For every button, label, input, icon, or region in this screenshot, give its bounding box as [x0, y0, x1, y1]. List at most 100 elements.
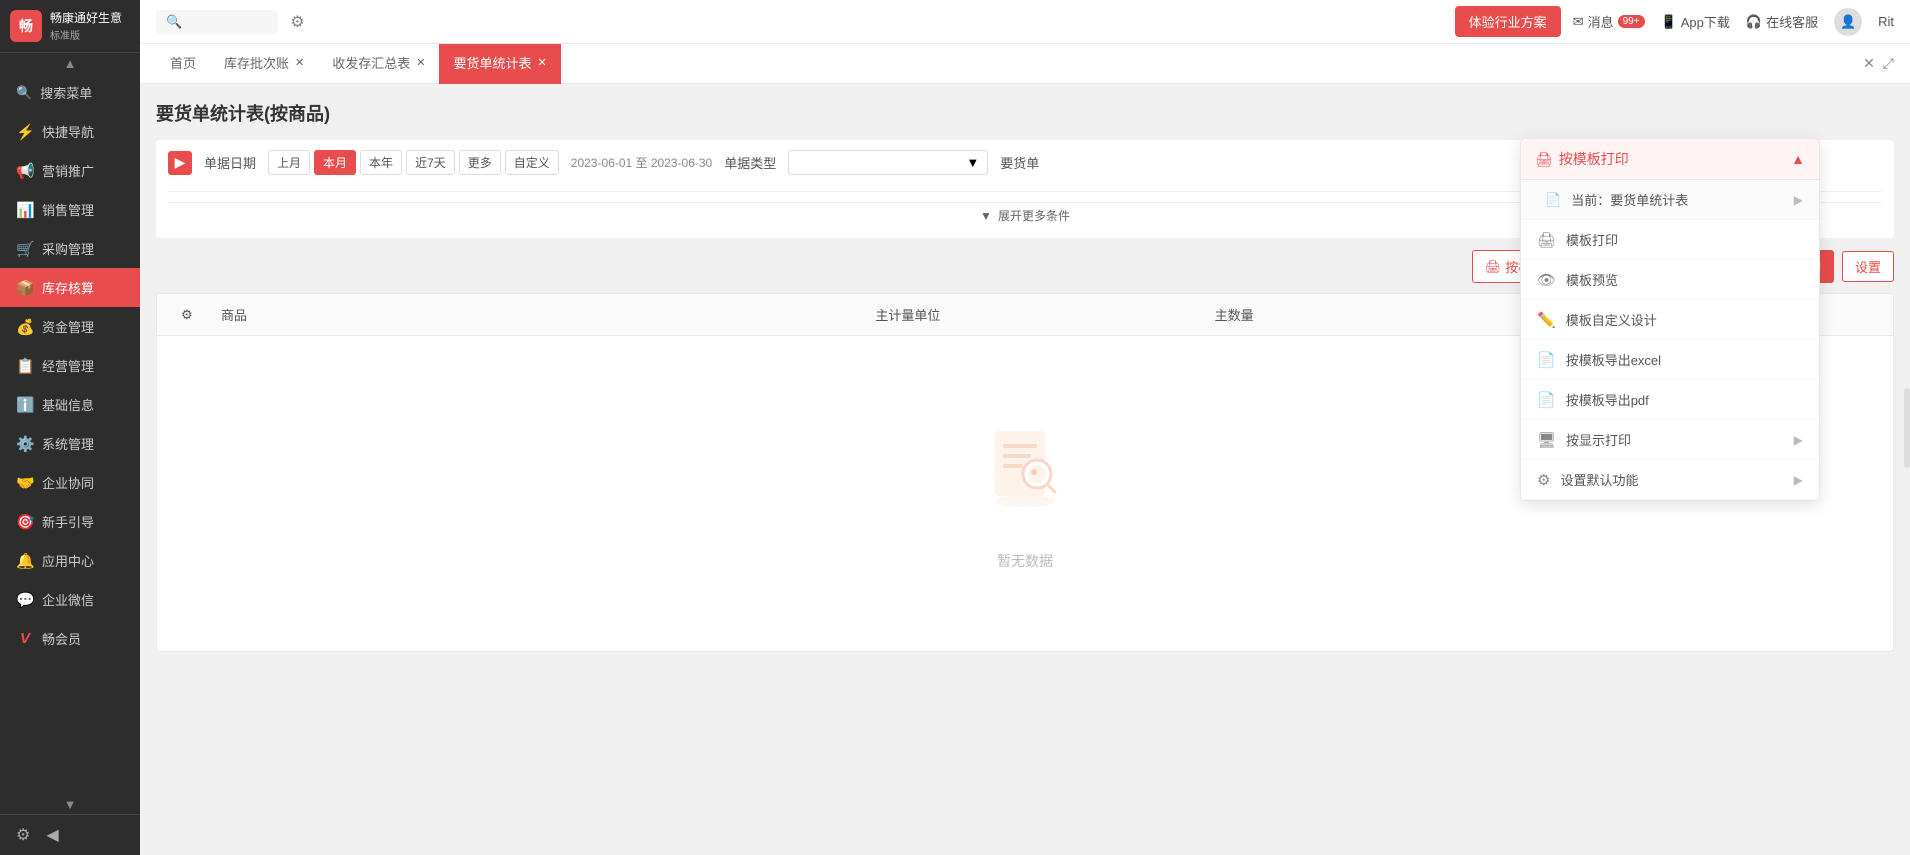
template-design-left: ✏️ 模板自定义设计 [1537, 310, 1657, 329]
sidebar-item-guide[interactable]: 🎯 新手引导 [0, 502, 140, 541]
tab-receipt-summary[interactable]: 收发存汇总表 ✕ [318, 44, 439, 84]
sidebar-item-finance[interactable]: 💰 资金管理 [0, 307, 140, 346]
template-export-pdf-item[interactable]: 📄 按模板导出pdf [1521, 380, 1819, 420]
print-dropdown-title-text: 按模板打印 [1559, 149, 1629, 169]
template-export-excel-item[interactable]: 📄 按模板导出excel [1521, 340, 1819, 380]
type-select[interactable]: ▼ [788, 150, 988, 175]
more-date-button[interactable]: 更多 [459, 150, 501, 175]
template-preview-item[interactable]: 👁 模板预览 [1521, 260, 1819, 300]
system-icon: ⚙️ [16, 435, 34, 453]
set-default-item[interactable]: ⚙ 设置默认功能 ▶ [1521, 460, 1819, 500]
sidebar-item-operation[interactable]: 📋 经营管理 [0, 346, 140, 385]
tab-order-summary-label: 要货单统计表 [453, 53, 531, 72]
filter-collapse-button[interactable]: ▶ [168, 151, 192, 175]
sidebar-nav: ⚡ 快捷导航 📢 营销推广 📊 销售管理 🛒 采购管理 📦 库存核算 💰 资金管… [0, 112, 140, 794]
template-design-item[interactable]: ✏️ 模板自定义设计 [1521, 300, 1819, 340]
sidebar-scroll-up[interactable]: ▲ [0, 53, 140, 73]
set-default-label: 设置默认功能 [1560, 470, 1638, 489]
current-template-chevron: ▶ [1794, 193, 1803, 207]
logo-text-block: 畅康通好生意 标准版 [50, 10, 122, 42]
settings-icon[interactable]: ⚙ [16, 825, 30, 845]
topbar-gear-icon[interactable]: ⚙ [290, 12, 304, 32]
logo-text: 畅康通好生意 [50, 10, 122, 27]
sidebar-item-inventory[interactable]: 📦 库存核算 [0, 268, 140, 307]
basic-icon: ℹ️ [16, 396, 34, 414]
set-default-chevron: ▶ [1794, 473, 1803, 487]
display-print-icon: 🖥 [1537, 431, 1556, 449]
sidebar-search-label: 搜索菜单 [40, 83, 92, 102]
quick-nav-icon: ⚡ [16, 123, 34, 141]
prev-month-button[interactable]: 上月 [268, 150, 310, 175]
collapse-icon[interactable]: ◀ [46, 825, 58, 845]
th-product: 商品 [209, 305, 863, 324]
date-range-display: 2023-06-01 至 2023-06-30 [571, 154, 712, 171]
app-download-icon: 📱 [1661, 14, 1677, 30]
topbar-search-input[interactable] [188, 15, 268, 29]
printer-title-icon: 🖨 [1535, 151, 1553, 168]
sidebar-scroll-down[interactable]: ▼ [0, 794, 140, 814]
sidebar-item-system[interactable]: ⚙️ 系统管理 [0, 424, 140, 463]
template-preview-icon: 👁 [1537, 271, 1556, 289]
template-export-excel-left: 📄 按模板导出excel [1537, 350, 1661, 369]
tab-home[interactable]: 首页 [156, 44, 210, 84]
chevron-down-icon: ▼ [966, 155, 979, 170]
print-dropdown-title: 🖨 按模板打印 [1535, 149, 1629, 169]
current-month-button[interactable]: 本月 [314, 150, 356, 175]
sidebar-item-quick-nav[interactable]: ⚡ 快捷导航 [0, 112, 140, 151]
sidebar-item-basic[interactable]: ℹ️ 基础信息 [0, 385, 140, 424]
display-print-item[interactable]: 🖥 按显示打印 ▶ [1521, 420, 1819, 460]
display-print-chevron: ▶ [1794, 433, 1803, 447]
scroll-indicator[interactable] [1904, 388, 1910, 468]
th-settings[interactable]: ⚙ [169, 307, 209, 323]
sidebar-item-label: 销售管理 [42, 200, 94, 219]
settings-button[interactable]: 设置 [1842, 251, 1894, 282]
messages-icon: ✉ [1573, 14, 1584, 30]
tab-order-summary-close[interactable]: ✕ [538, 56, 547, 69]
custom-date-button[interactable]: 自定义 [505, 150, 559, 175]
sidebar-item-sales[interactable]: 📊 销售管理 [0, 190, 140, 229]
sidebar: 畅 畅康通好生意 标准版 ▲ 🔍 搜索菜单 ⚡ 快捷导航 📢 营销推广 📊 销售… [0, 0, 140, 855]
sidebar-item-label: 应用中心 [42, 551, 94, 570]
current-year-button[interactable]: 本年 [360, 150, 402, 175]
tab-inventory-batch-close[interactable]: ✕ [295, 56, 304, 69]
sidebar-item-purchase[interactable]: 🛒 采购管理 [0, 229, 140, 268]
purchase-icon: 🛒 [16, 240, 34, 258]
sidebar-item-apps[interactable]: 🔔 应用中心 [0, 541, 140, 580]
template-print-label: 模板打印 [1566, 230, 1618, 249]
close-tab-button[interactable]: ✕ [1863, 55, 1875, 72]
set-default-icon: ⚙ [1537, 471, 1550, 489]
tab-receipt-summary-label: 收发存汇总表 [332, 53, 410, 72]
template-export-pdf-left: 📄 按模板导出pdf [1537, 390, 1649, 409]
template-print-item[interactable]: 🖨 模板打印 [1521, 220, 1819, 260]
template-export-pdf-label: 按模板导出pdf [1566, 390, 1649, 409]
print-current-template[interactable]: 📄 当前：要货单统计表 ▶ [1521, 180, 1819, 220]
tab-inventory-batch[interactable]: 库存批次账 ✕ [210, 44, 318, 84]
online-service-button[interactable]: 🎧 在线客服 [1746, 12, 1818, 31]
topbar-search-icon: 🔍 [166, 14, 182, 30]
last-7-days-button[interactable]: 近7天 [406, 150, 455, 175]
app-download-label: App下载 [1681, 12, 1730, 31]
page-title: 要货单统计表(按商品) [156, 100, 1894, 126]
tab-order-summary[interactable]: 要货单统计表 ✕ [439, 44, 560, 84]
messages-label: 消息 [1588, 12, 1614, 31]
sidebar-search[interactable]: 🔍 搜索菜单 [0, 73, 140, 112]
th-unit: 主计量单位 [863, 305, 1202, 324]
trial-button[interactable]: 体验行业方案 [1455, 6, 1561, 37]
tab-receipt-summary-close[interactable]: ✕ [416, 56, 425, 69]
sidebar-item-label: 资金管理 [42, 317, 94, 336]
sidebar-item-marketing[interactable]: 📢 营销推广 [0, 151, 140, 190]
maximize-button[interactable]: ⤢ [1883, 55, 1894, 72]
print-dropdown-collapse-icon[interactable]: ▲ [1791, 151, 1805, 167]
avatar-icon: 👤 [1840, 14, 1856, 30]
sidebar-item-collab[interactable]: 🤝 企业协同 [0, 463, 140, 502]
online-service-label: 在线客服 [1766, 12, 1818, 31]
sidebar-logo: 畅 畅康通好生意 标准版 [0, 0, 140, 53]
logo-sub: 标准版 [50, 27, 122, 42]
sidebar-item-wechat[interactable]: 💬 企业微信 [0, 580, 140, 619]
set-default-left: ⚙ 设置默认功能 [1537, 470, 1638, 489]
messages-button[interactable]: ✉ 消息 99+ [1573, 12, 1645, 31]
app-download-button[interactable]: 📱 App下载 [1661, 12, 1730, 31]
topbar-search-box[interactable]: 🔍 [156, 10, 278, 34]
avatar[interactable]: 👤 [1834, 8, 1862, 36]
sidebar-item-member[interactable]: V 畅会员 [0, 619, 140, 658]
